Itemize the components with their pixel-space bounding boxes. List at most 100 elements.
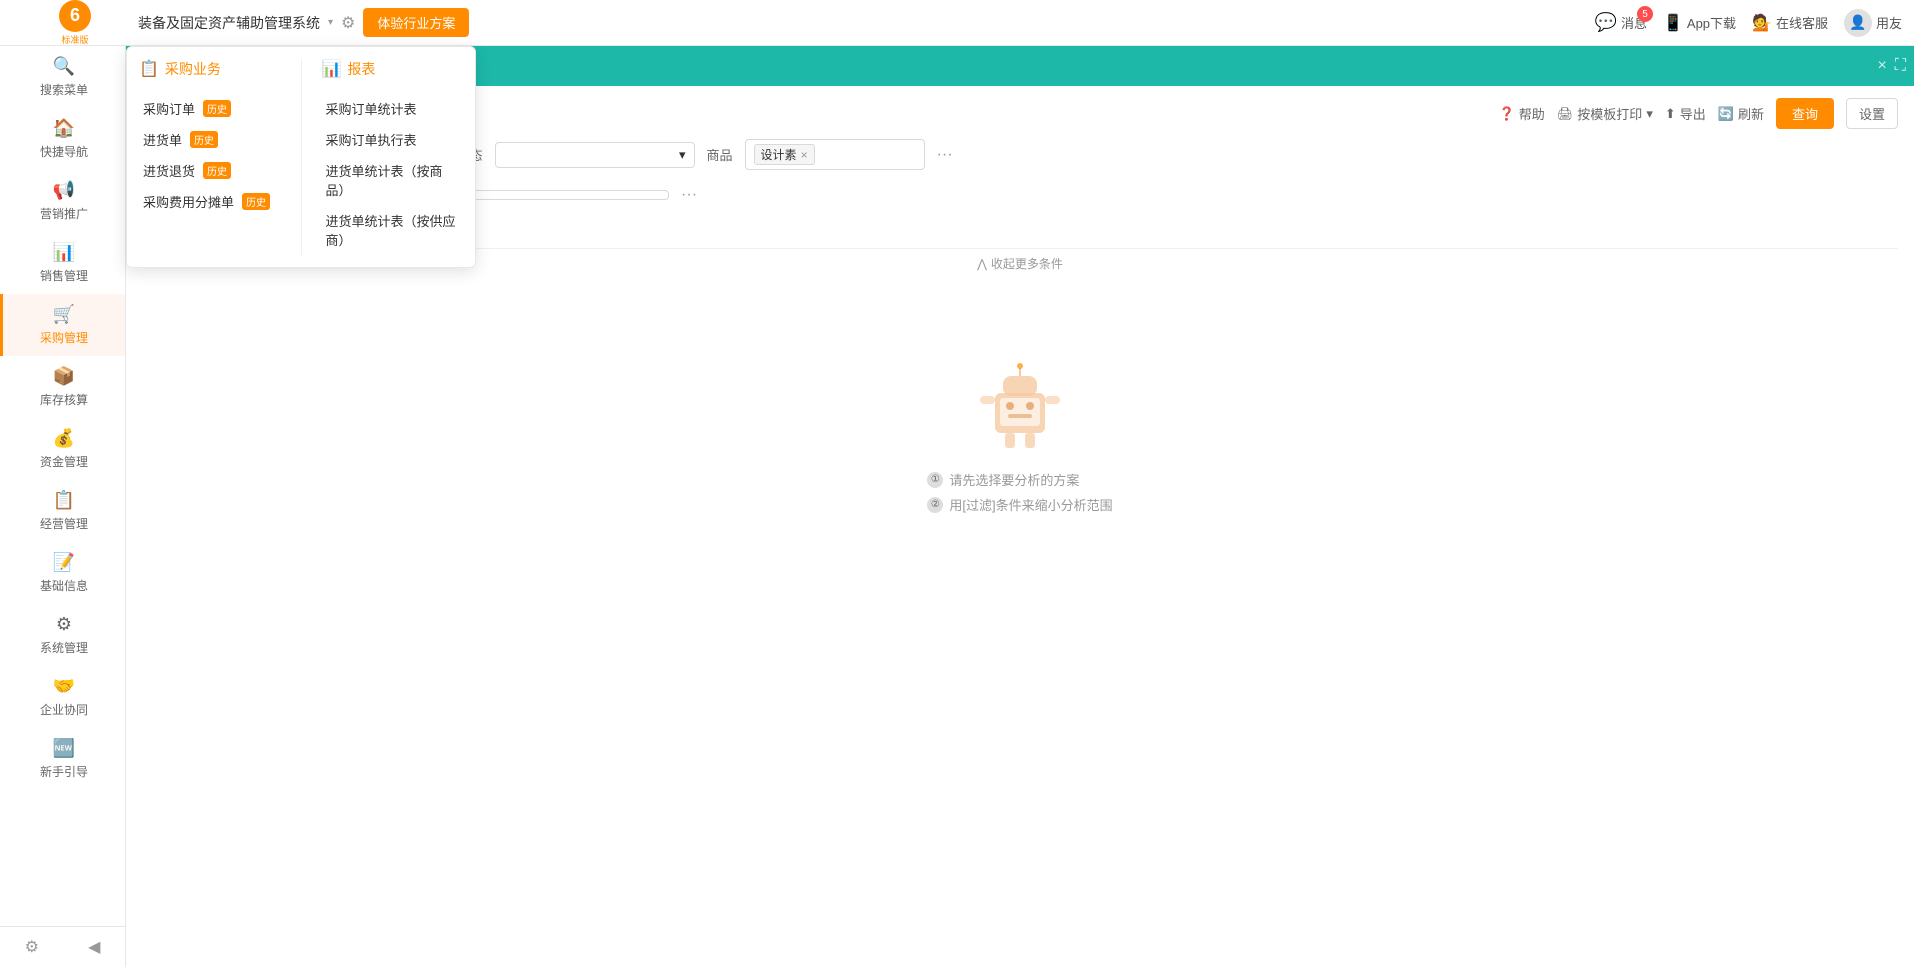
system-name-area: 装备及固定资产辅助管理系统 ▾ ⚙ 体验行业方案 — [138, 8, 1595, 37]
sidebar-item-enterprise[interactable]: 🤝 企业协同 — [0, 666, 125, 728]
sidebar-item-search-label: 搜索菜单 — [40, 81, 88, 98]
basicinfo-icon: 📝 — [53, 552, 75, 573]
user-btn[interactable]: 👤 用友 — [1844, 9, 1902, 37]
business-title-icon: 📋 — [139, 59, 159, 79]
business-column: 📋 采购业务 采购订单 历史 进货单 历史 进货退货 历史 采购费用分摊单 历史 — [139, 59, 281, 255]
menu-item-incoming[interactable]: 进货单 历史 — [139, 124, 281, 155]
sidebar-item-quicknav-label: 快捷导航 — [40, 143, 88, 160]
expense-badge: 历史 — [242, 193, 270, 210]
export-btn[interactable]: ⬆ 导出 — [1665, 104, 1706, 123]
menu-item-incoming-stat-goods[interactable]: 进货单统计表（按商品） — [322, 155, 464, 205]
tab-fullscreen-icon[interactable]: ⛶ — [1895, 57, 1906, 75]
avatar: 👤 — [1844, 9, 1872, 37]
menu-divider — [301, 59, 302, 255]
tab-close-all-icon[interactable]: × — [1877, 57, 1886, 75]
app-download-btn[interactable]: 📱 App下载 — [1663, 13, 1736, 33]
collapse-btn[interactable]: ⋀ 收起更多条件 — [977, 255, 1063, 272]
refresh-btn[interactable]: 🔄 刷新 — [1718, 104, 1764, 123]
refresh-icon: 🔄 — [1718, 106, 1734, 122]
finance-icon: 💰 — [53, 428, 75, 449]
online-service-btn[interactable]: 💁 在线客服 — [1752, 13, 1828, 33]
inventory-icon: 📦 — [53, 366, 75, 387]
salesman-select[interactable] — [469, 190, 669, 200]
goods-tag-close-icon[interactable]: × — [801, 148, 808, 162]
goods-select[interactable]: 设计素 × — [745, 139, 925, 170]
empty-hint-1: ① 请先选择要分析的方案 — [927, 470, 1079, 489]
incoming-label: 进货单 — [143, 130, 182, 149]
tab-bar-actions: × ⛶ — [1877, 57, 1906, 75]
guide-icon: 🆕 — [53, 738, 75, 759]
sidebar-item-marketing-label: 营销推广 — [40, 205, 88, 222]
menu-item-expense[interactable]: 采购费用分摊单 历史 — [139, 186, 281, 217]
purchase-order-label: 采购订单 — [143, 99, 195, 118]
system-settings-icon[interactable]: ⚙ — [341, 13, 355, 33]
sidebar-item-operations[interactable]: 📋 经营管理 — [0, 480, 125, 542]
help-icon: ❓ — [1499, 106, 1515, 122]
marketing-icon: 📢 — [53, 180, 75, 201]
report-title-text: 报表 — [347, 59, 375, 79]
sidebar-collapse-icon[interactable]: ◀ — [88, 937, 100, 957]
print-btn[interactable]: 🖨 按模板打印 ▾ — [1557, 104, 1653, 123]
export-icon: ⬆ — [1665, 106, 1676, 122]
sidebar-item-system[interactable]: ⚙ 系统管理 — [0, 604, 125, 666]
order-stat-label: 采购订单统计表 — [326, 99, 417, 118]
online-service-label: 在线客服 — [1776, 13, 1828, 32]
sidebar-item-finance[interactable]: 💰 资金管理 — [0, 418, 125, 480]
sidebar-item-purchase[interactable]: 🛒 采购管理 — [0, 294, 125, 356]
return-badge: 历史 — [203, 162, 231, 179]
sidebar-item-guide-label: 新手引导 — [40, 763, 88, 780]
sidebar: 🔍 搜索菜单 🏠 快捷导航 📢 营销推广 📊 销售管理 🛒 采购管理 📦 库存核… — [0, 46, 126, 967]
user-label: 用友 — [1876, 13, 1902, 32]
sidebar-item-basicinfo[interactable]: 📝 基础信息 — [0, 542, 125, 604]
sidebar-item-sales[interactable]: 📊 销售管理 — [0, 232, 125, 294]
menu-item-order-exec[interactable]: 采购订单执行表 — [322, 124, 464, 155]
logo-area: 6 标准版 — [12, 0, 138, 46]
business-title-text: 采购业务 — [165, 59, 221, 79]
menu-item-purchase-order[interactable]: 采购订单 历史 — [139, 93, 281, 124]
help-label: 帮助 — [1519, 104, 1545, 123]
sales-icon: 📊 — [53, 242, 75, 263]
app-download-label: App下载 — [1687, 13, 1736, 32]
incoming-stat-supplier-label: 进货单统计表（按供应商） — [326, 211, 460, 249]
return-label: 进货退货 — [143, 161, 195, 180]
sidebar-settings-icon[interactable]: ⚙ — [25, 937, 39, 957]
sidebar-item-inventory[interactable]: 📦 库存核算 — [0, 356, 125, 418]
sidebar-item-operations-label: 经营管理 — [40, 515, 88, 532]
expense-label: 采购费用分摊单 — [143, 192, 234, 211]
voucher-status-select[interactable]: ▾ — [495, 142, 695, 168]
hint-2-text: 用[过滤]条件来缩小分析范围 — [949, 495, 1112, 514]
system-dropdown-arrow[interactable]: ▾ — [328, 17, 333, 28]
sidebar-item-enterprise-label: 企业协同 — [40, 701, 88, 718]
system-icon: ⚙ — [56, 614, 72, 635]
sidebar-item-marketing[interactable]: 📢 营销推广 — [0, 170, 125, 232]
collapse-label: 收起更多条件 — [991, 255, 1063, 272]
sidebar-item-system-label: 系统管理 — [40, 639, 88, 656]
menu-item-return[interactable]: 进货退货 历史 — [139, 155, 281, 186]
enterprise-icon: 🤝 — [53, 676, 75, 697]
messages-badge: 5 — [1637, 6, 1653, 22]
sidebar-item-guide[interactable]: 🆕 新手引导 — [0, 728, 125, 790]
goods-tag-value: 设计素 — [761, 146, 797, 163]
report-column-title: 📊 报表 — [322, 59, 464, 85]
industry-button[interactable]: 体验行业方案 — [363, 8, 469, 37]
incoming-stat-goods-label: 进货单统计表（按商品） — [326, 161, 460, 199]
sidebar-item-search[interactable]: 🔍 搜索菜单 — [0, 46, 125, 108]
goods-label: 商品 — [707, 145, 733, 164]
empty-hint-2: ② 用[过滤]条件来缩小分析范围 — [927, 495, 1112, 514]
settings-btn[interactable]: 设置 — [1846, 98, 1898, 129]
menu-item-incoming-stat-supplier[interactable]: 进货单统计表（按供应商） — [322, 205, 464, 255]
home-icon: 🏠 — [53, 118, 75, 139]
purchase-order-badge: 历史 — [203, 100, 231, 117]
menu-item-order-stat[interactable]: 采购订单统计表 — [322, 93, 464, 124]
refresh-label: 刷新 — [1738, 104, 1764, 123]
help-btn[interactable]: ❓ 帮助 — [1499, 104, 1545, 123]
messages-btn[interactable]: 💬 5 消息 — [1595, 12, 1647, 33]
salesman-more-dots[interactable]: ··· — [681, 186, 697, 204]
search-icon: 🔍 — [53, 56, 75, 77]
print-icon: 🖨 — [1557, 106, 1574, 122]
business-column-title: 📋 采购业务 — [139, 59, 281, 85]
goods-more-dots[interactable]: ··· — [937, 146, 953, 164]
query-btn[interactable]: 查询 — [1776, 98, 1834, 129]
sidebar-item-quicknav[interactable]: 🏠 快捷导航 — [0, 108, 125, 170]
empty-svg — [970, 358, 1070, 458]
